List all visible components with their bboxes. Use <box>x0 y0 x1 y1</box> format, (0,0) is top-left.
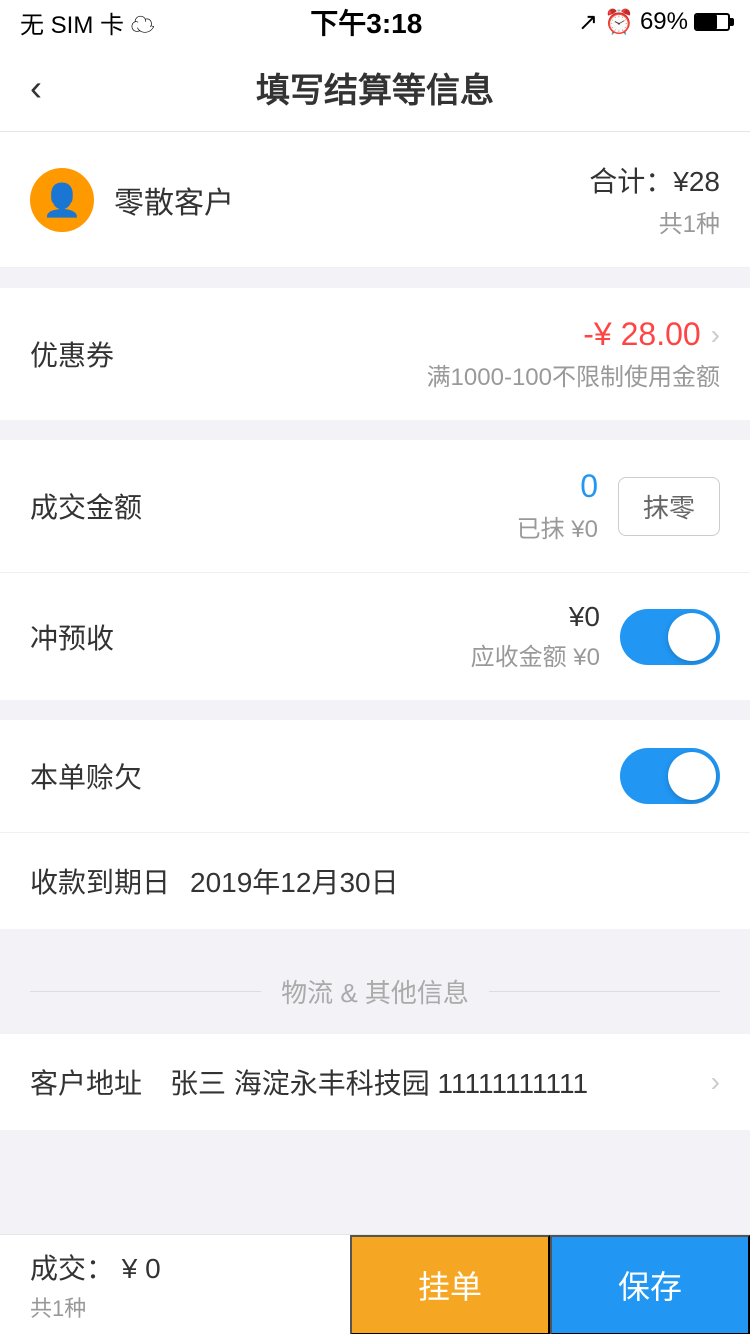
due-date-label: 收款到期日 <box>30 861 170 901</box>
coupon-label: 优惠券 <box>30 334 114 374</box>
deal-value: 0 <box>517 468 598 505</box>
due-date-value: 2019年12月30日 <box>190 861 399 901</box>
customer-total-block: 合计：¥28 共1种 <box>589 160 720 239</box>
pending-button[interactable]: 挂单 <box>350 1235 550 1334</box>
credit-toggle-knob <box>668 752 716 800</box>
back-button[interactable]: ‹ <box>30 67 42 109</box>
battery-icon <box>694 13 730 31</box>
status-bar-right: ↗ ⏰ 69% <box>578 8 730 37</box>
due-date-row: 收款到期日 2019年12月30日 <box>0 832 750 929</box>
deal-amount-label: 成交金额 <box>30 486 142 526</box>
deal-value-block: 0 已抹 ¥0 <box>517 468 598 544</box>
prepay-sub: 应收金额 ¥0 <box>471 637 600 672</box>
customer-row: 👤 零散客户 合计：¥28 共1种 <box>0 132 750 267</box>
deal-amount-row: 成交金额 0 已抹 ¥0 抹零 <box>0 440 750 572</box>
bottom-count: 共1种 <box>30 1291 320 1323</box>
prepay-row: 冲预收 ¥0 应收金额 ¥0 <box>0 572 750 700</box>
toggle-knob <box>668 613 716 661</box>
bottom-info: 成交： ¥ 0 共1种 <box>0 1247 350 1323</box>
page-title: 填写结算等信息 <box>256 63 494 112</box>
bottom-deal-value: ¥ 0 <box>122 1253 161 1284</box>
avatar-icon: 👤 <box>42 181 82 219</box>
bottom-deal: 成交： ¥ 0 <box>30 1247 320 1287</box>
deal-sub: 已抹 ¥0 <box>517 509 598 544</box>
customer-total: 合计：¥28 <box>589 160 720 200</box>
status-bar-time: 下午3:18 <box>310 2 422 42</box>
logistics-line-right <box>489 991 720 992</box>
prepay-value: ¥0 <box>471 601 600 633</box>
logistics-header-line: 物流 & 其他信息 <box>30 973 720 1010</box>
bottom-deal-label: 成交： <box>30 1253 114 1284</box>
credit-label: 本单赊欠 <box>30 756 142 796</box>
deal-section: 成交金额 0 已抹 ¥0 抹零 冲预收 ¥0 应收金额 ¥0 <box>0 440 750 700</box>
customer-count: 共1种 <box>589 204 720 239</box>
save-button[interactable]: 保存 <box>550 1235 750 1334</box>
logistics-header-text: 物流 & 其他信息 <box>281 973 469 1010</box>
alarm-icon: ⏰ <box>604 8 634 37</box>
address-chevron: › <box>711 1066 720 1098</box>
no-sim-label: 无 SIM 卡 ☁ <box>20 5 155 40</box>
status-bar-left: 无 SIM 卡 ☁ <box>20 5 155 40</box>
customer-avatar: 👤 <box>30 168 94 232</box>
due-date-content: 收款到期日 2019年12月30日 <box>30 861 720 901</box>
logistics-line-left <box>30 991 261 992</box>
address-row[interactable]: 客户地址 张三 海淀永丰科技园 11111111111 › <box>0 1034 750 1130</box>
address-label: 客户地址 <box>30 1062 150 1102</box>
battery-label: 69% <box>640 8 688 36</box>
logistics-divider: 物流 & 其他信息 <box>0 949 750 1034</box>
coupon-sub: 满1000-100不限制使用金额 <box>427 357 720 392</box>
prepay-toggle[interactable] <box>620 609 720 665</box>
customer-name: 零散客户 <box>114 178 234 222</box>
coupon-right: -¥ 28.00 › 满1000-100不限制使用金额 <box>427 316 720 392</box>
coupon-chevron: › <box>711 319 720 351</box>
customer-info: 👤 零散客户 <box>30 168 234 232</box>
bottom-bar: 成交： ¥ 0 共1种 挂单 保存 <box>0 1234 750 1334</box>
credit-row: 本单赊欠 <box>0 720 750 832</box>
round-zero-button[interactable]: 抹零 <box>618 477 720 536</box>
nav-bar: ‹ 填写结算等信息 <box>0 44 750 132</box>
coupon-section[interactable]: 优惠券 -¥ 28.00 › 满1000-100不限制使用金额 <box>0 288 750 420</box>
credit-section: 本单赊欠 收款到期日 2019年12月30日 <box>0 720 750 929</box>
deal-amount-right: 0 已抹 ¥0 抹零 <box>517 468 720 544</box>
credit-toggle[interactable] <box>620 748 720 804</box>
prepay-label: 冲预收 <box>30 617 114 657</box>
customer-section: 👤 零散客户 合计：¥28 共1种 <box>0 132 750 268</box>
prepay-value-block: ¥0 应收金额 ¥0 <box>471 601 600 672</box>
location-icon: ↗ <box>578 8 598 37</box>
address-value: 张三 海淀永丰科技园 11111111111 <box>170 1062 701 1102</box>
prepay-right: ¥0 应收金额 ¥0 <box>471 601 720 672</box>
address-section: 客户地址 张三 海淀永丰科技园 11111111111 › <box>0 1034 750 1130</box>
coupon-row[interactable]: 优惠券 -¥ 28.00 › 满1000-100不限制使用金额 <box>0 288 750 420</box>
status-bar: 无 SIM 卡 ☁ 下午3:18 ↗ ⏰ 69% <box>0 0 750 44</box>
coupon-value: -¥ 28.00 <box>583 316 700 353</box>
